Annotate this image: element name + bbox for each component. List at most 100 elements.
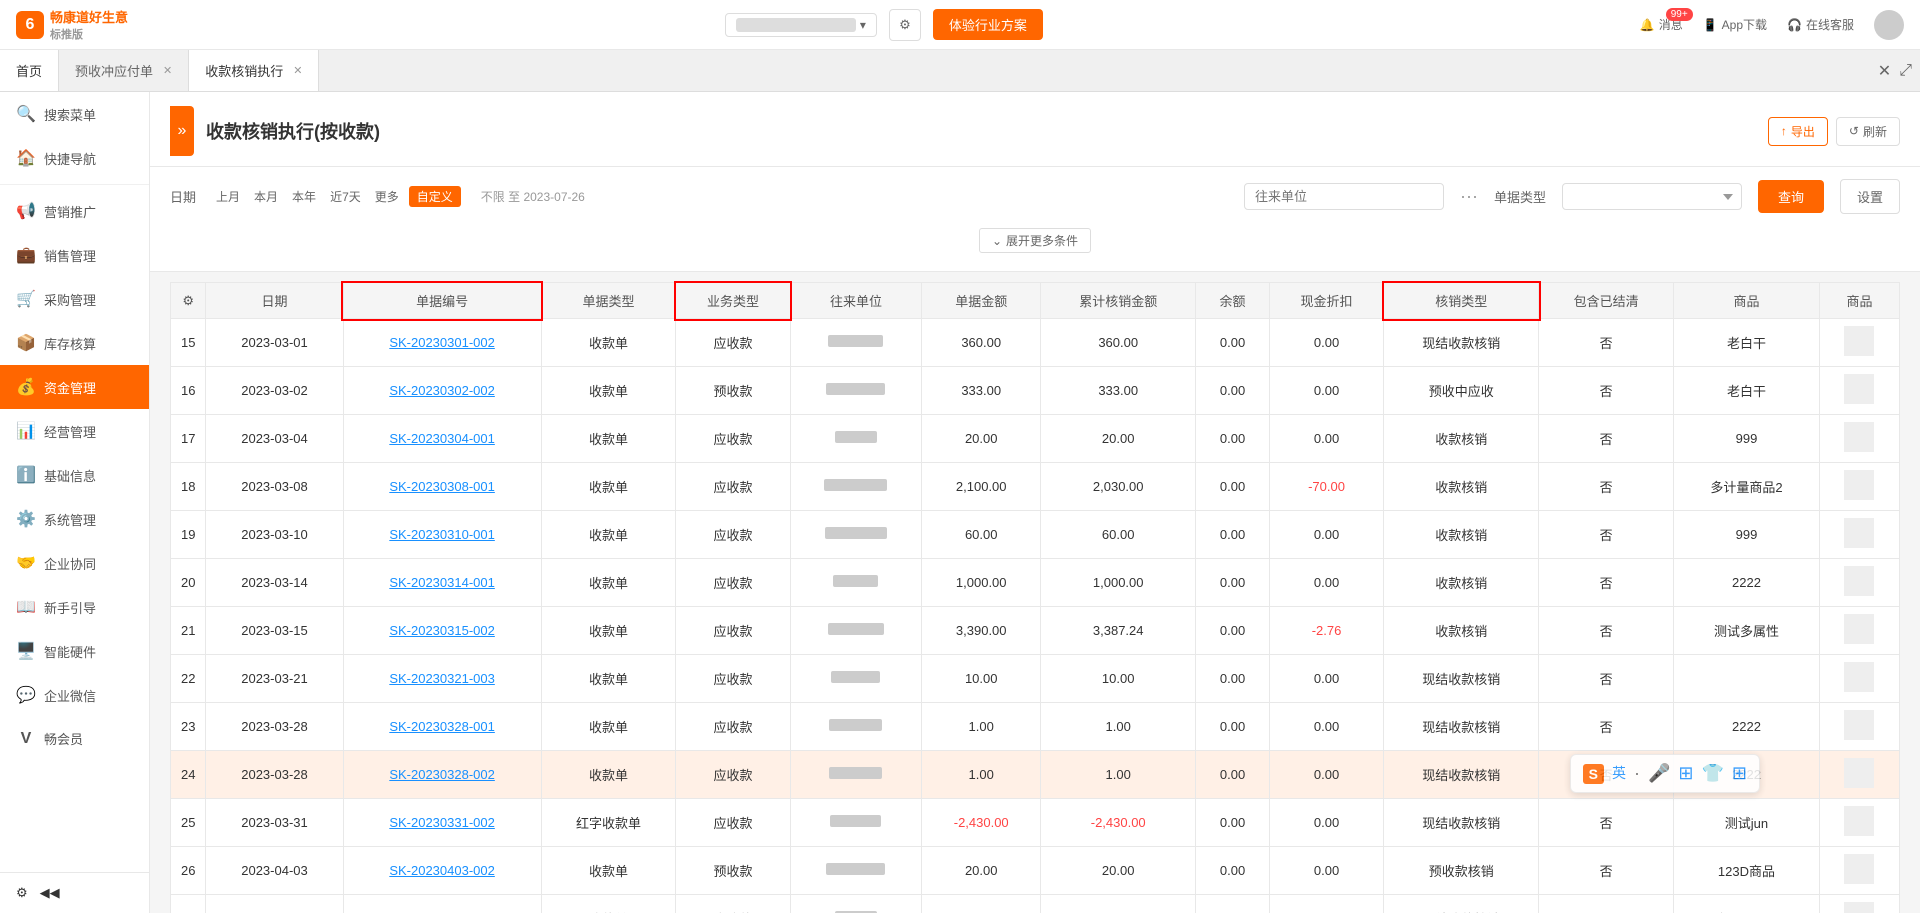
phone-icon: 📱 (1703, 18, 1718, 32)
sidebar-item-wechat[interactable]: 💬 企业微信 (0, 673, 149, 717)
cell-no: 27 (171, 895, 206, 913)
sidebar-item-marketing[interactable]: 📢 营销推广 (0, 189, 149, 233)
cell-partner (790, 319, 922, 367)
collapse-icon[interactable]: ◀◀ (40, 885, 60, 901)
refresh-icon: ↺ (1849, 124, 1859, 138)
more-btn[interactable]: 更多 (371, 186, 403, 207)
sidebar-item-member[interactable]: V 畅会员 (0, 717, 149, 760)
cell-date: 2023-03-08 (206, 463, 343, 511)
cell-no: 15 (171, 319, 206, 367)
wm-grid-icon[interactable]: ⊞ (1678, 763, 1693, 784)
query-button[interactable]: 查询 (1758, 180, 1824, 213)
sidebar-item-sales[interactable]: 💼 销售管理 (0, 233, 149, 277)
order-link[interactable]: SK-20230301-002 (389, 335, 495, 350)
wm-grid2-icon[interactable]: ⊞ (1732, 763, 1747, 784)
cell-goods2 (1819, 559, 1899, 607)
prepay-tab-close[interactable]: ✕ (163, 64, 172, 77)
last7-btn[interactable]: 近7天 (326, 186, 365, 207)
page-title: 收款核销执行(按收款) (206, 118, 380, 144)
cell-accum: 100.00 (1041, 895, 1196, 913)
cell-partner (790, 607, 922, 655)
cell-date: 2023-03-01 (206, 319, 343, 367)
col-partner: 往来单位 (790, 283, 922, 319)
order-link[interactable]: SK-20230314-001 (389, 575, 495, 590)
doc-type-select[interactable] (1562, 183, 1742, 210)
sidebar-item-inventory[interactable]: 📦 库存核算 (0, 321, 149, 365)
cell-no: 26 (171, 847, 206, 895)
setting-button[interactable]: 设置 (1840, 179, 1900, 214)
cell-balance: 0.00 (1196, 655, 1270, 703)
cell-settled: 否 (1539, 607, 1674, 655)
cell-accum: 3,387.24 (1041, 607, 1196, 655)
sidebar-item-quicknav[interactable]: 🏠 快捷导航 (0, 136, 149, 180)
workspace-dropdown[interactable]: ▾ (725, 13, 877, 37)
tab-prepay[interactable]: 预收冲应付单 ✕ (59, 50, 189, 91)
cell-biz-type: 应收款 (676, 559, 790, 607)
export-button[interactable]: ↑ 导出 (1768, 117, 1828, 146)
wechat-icon: 💬 (16, 685, 36, 705)
home-tab-label: 首页 (16, 61, 42, 80)
cell-discount: 0.00 (1269, 415, 1383, 463)
expand-conditions-btn[interactable]: ⌄ 展开更多条件 (979, 228, 1091, 253)
wm-shirt-icon[interactable]: 👕 (1701, 763, 1723, 784)
cell-settled: 否 (1539, 463, 1674, 511)
refresh-button[interactable]: ↺ 刷新 (1836, 117, 1900, 146)
sidebar-item-corp[interactable]: 🤝 企业协同 (0, 541, 149, 585)
partner-input[interactable] (1244, 183, 1444, 210)
col-settings[interactable]: ⚙ (171, 283, 206, 319)
headset-icon: 🎧 (1787, 18, 1802, 32)
maximize-button[interactable]: ⤢ (1899, 62, 1912, 80)
industry-button[interactable]: 体验行业方案 (933, 9, 1043, 40)
table-row: 21 2023-03-15 SK-20230315-002 收款单 应收款 3,… (171, 607, 1900, 655)
basic-icon: ℹ️ (16, 465, 36, 485)
order-link[interactable]: SK-20230328-002 (389, 767, 495, 782)
cell-date: 2023-03-02 (206, 367, 343, 415)
cell-order-no: SK-20230310-001 (343, 511, 541, 559)
sidebar-item-system[interactable]: ⚙️ 系统管理 (0, 497, 149, 541)
sidebar-item-search[interactable]: 🔍 搜索菜单 (0, 92, 149, 136)
cell-date: 2023-04-08 (206, 895, 343, 913)
sidebar-item-purchase[interactable]: 🛒 采购管理 (0, 277, 149, 321)
verify-tab-close[interactable]: ✕ (293, 64, 302, 77)
top-bar-center: ▾ ⚙ 体验行业方案 (725, 9, 1043, 41)
prepay-tab-label: 预收冲应付单 (75, 61, 153, 80)
order-link[interactable]: SK-20230403-002 (389, 863, 495, 878)
close-tab-button[interactable]: ✕ (1878, 61, 1891, 81)
table-row: 25 2023-03-31 SK-20230331-002 红字收款单 应收款 … (171, 799, 1900, 847)
wm-mic-icon[interactable]: 🎤 (1648, 763, 1670, 784)
this-year-btn[interactable]: 本年 (288, 186, 320, 207)
sidebar-item-guide[interactable]: 📖 新手引导 (0, 585, 149, 629)
order-link[interactable]: SK-20230321-003 (389, 671, 495, 686)
cell-doc-type: 收款单 (541, 463, 676, 511)
order-link[interactable]: SK-20230302-002 (389, 383, 495, 398)
order-link[interactable]: SK-20230310-001 (389, 527, 495, 542)
order-link[interactable]: SK-20230315-002 (389, 623, 495, 638)
last-month-btn[interactable]: 上月 (212, 186, 244, 207)
sidebar-item-basic[interactable]: ℹ️ 基础信息 (0, 453, 149, 497)
gear-button[interactable]: ⚙ (889, 9, 921, 41)
sidebar-item-operations[interactable]: 📊 经营管理 (0, 409, 149, 453)
sidebar-item-hardware[interactable]: 🖥️ 智能硬件 (0, 629, 149, 673)
tab-home[interactable]: 首页 (0, 50, 59, 91)
online-service-button[interactable]: 🎧 在线客服 (1787, 16, 1854, 33)
settings-icon[interactable]: ⚙ (16, 885, 28, 901)
custom-date-btn[interactable]: 自定义 (409, 186, 461, 207)
cell-discount: 0.00 (1269, 511, 1383, 559)
order-link[interactable]: SK-20230331-002 (389, 815, 495, 830)
order-link[interactable]: SK-20230304-001 (389, 431, 495, 446)
app-download-button[interactable]: 📱 App下载 (1703, 16, 1767, 33)
message-button[interactable]: 🔔 消息 99+ (1640, 16, 1683, 33)
filter-more-dots[interactable]: ··· (1460, 186, 1478, 207)
this-month-btn[interactable]: 本月 (250, 186, 282, 207)
order-link[interactable]: SK-20230328-001 (389, 719, 495, 734)
sidebar-label-inventory: 库存核算 (44, 334, 96, 353)
user-avatar[interactable] (1874, 10, 1904, 40)
order-link[interactable]: SK-20230308-001 (389, 479, 495, 494)
cell-partner (790, 463, 922, 511)
tab-verify[interactable]: 收款核销执行 ✕ (189, 50, 319, 91)
sidebar-item-finance[interactable]: 💰 资金管理 (0, 365, 149, 409)
sidebar-collapse-btn[interactable]: » (170, 106, 194, 156)
cell-accum: 2,030.00 (1041, 463, 1196, 511)
wm-icon-1[interactable]: 英 (1612, 763, 1626, 784)
cell-verify-type: 现结收款核销 (1384, 799, 1539, 847)
